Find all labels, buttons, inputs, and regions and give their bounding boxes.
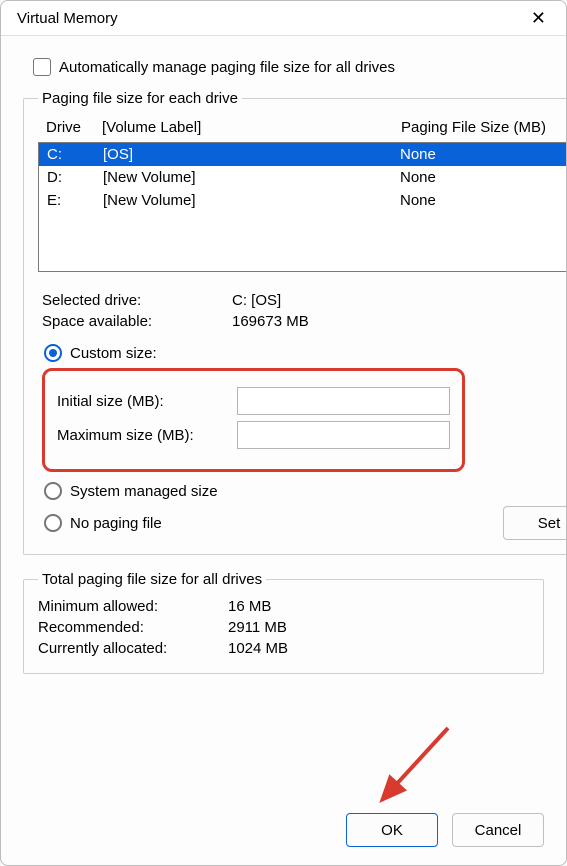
selected-drive-info: Selected drive: C: [OS] Space available:…: [42, 290, 567, 332]
totals-legend: Total paging file size for all drives: [38, 571, 266, 588]
drive-row[interactable]: E: [New Volume] None: [39, 189, 567, 212]
currently-allocated-label: Currently allocated:: [38, 640, 228, 657]
drive-list-headers: Drive [Volume Label] Paging File Size (M…: [38, 115, 567, 142]
currently-allocated-value: 1024 MB: [228, 640, 529, 657]
maximum-size-label: Maximum size (MB):: [57, 427, 227, 444]
custom-size-radio[interactable]: [44, 344, 62, 362]
auto-manage-checkbox[interactable]: [33, 58, 51, 76]
custom-size-radio-row[interactable]: Custom size:: [44, 344, 567, 362]
drive-list[interactable]: C: [OS] None D: [New Volume] None E: [Ne…: [38, 142, 567, 272]
drive-volume-label: [New Volume]: [103, 192, 400, 209]
auto-manage-label: Automatically manage paging file size fo…: [59, 59, 395, 76]
content-area: Automatically manage paging file size fo…: [1, 36, 566, 807]
auto-manage-row[interactable]: Automatically manage paging file size fo…: [33, 58, 544, 76]
drive-row[interactable]: C: [OS] None: [39, 143, 567, 166]
set-button[interactable]: Set: [503, 506, 567, 540]
paging-per-drive-group: Paging file size for each drive Drive [V…: [23, 90, 567, 555]
dialog-footer: OK Cancel: [1, 807, 566, 865]
custom-size-label: Custom size:: [70, 345, 157, 362]
no-paging-radio[interactable]: [44, 514, 62, 532]
maximum-size-input[interactable]: [237, 421, 450, 449]
titlebar: Virtual Memory ✕: [1, 1, 566, 36]
header-paging-size: Paging File Size (MB): [401, 119, 567, 136]
paging-per-drive-legend: Paging file size for each drive: [38, 90, 242, 107]
header-drive: Drive: [46, 119, 102, 136]
drive-volume-label: [OS]: [103, 146, 400, 163]
initial-size-label: Initial size (MB):: [57, 393, 227, 410]
no-paging-label: No paging file: [70, 515, 162, 532]
no-paging-row: No paging file Set: [44, 506, 567, 540]
minimum-allowed-label: Minimum allowed:: [38, 598, 228, 615]
selected-drive-value: C: [OS]: [232, 292, 567, 309]
cancel-button[interactable]: Cancel: [452, 813, 544, 847]
highlight-annotation: Initial size (MB): Maximum size (MB):: [42, 368, 465, 472]
totals-group: Total paging file size for all drives Mi…: [23, 571, 544, 674]
ok-button[interactable]: OK: [346, 813, 438, 847]
system-managed-radio-row[interactable]: System managed size: [44, 482, 567, 500]
drive-paging-size: None: [400, 169, 567, 186]
header-volume-label: [Volume Label]: [102, 119, 401, 136]
initial-size-input[interactable]: [237, 387, 450, 415]
virtual-memory-dialog: Virtual Memory ✕ Automatically manage pa…: [0, 0, 567, 866]
drive-paging-size: None: [400, 192, 567, 209]
drive-letter: E:: [47, 192, 103, 209]
drive-letter: D:: [47, 169, 103, 186]
drive-volume-label: [New Volume]: [103, 169, 400, 186]
selected-drive-label: Selected drive:: [42, 292, 232, 309]
minimum-allowed-value: 16 MB: [228, 598, 529, 615]
space-available-value: 169673 MB: [232, 313, 567, 330]
system-managed-label: System managed size: [70, 483, 218, 500]
system-managed-radio[interactable]: [44, 482, 62, 500]
drive-paging-size: None: [400, 146, 567, 163]
window-title: Virtual Memory: [17, 10, 118, 27]
close-icon[interactable]: ✕: [523, 7, 554, 29]
drive-letter: C:: [47, 146, 103, 163]
recommended-value: 2911 MB: [228, 619, 529, 636]
space-available-label: Space available:: [42, 313, 232, 330]
no-paging-radio-row[interactable]: No paging file: [44, 514, 162, 532]
recommended-label: Recommended:: [38, 619, 228, 636]
initial-size-row: Initial size (MB):: [57, 387, 450, 415]
maximum-size-row: Maximum size (MB):: [57, 421, 450, 449]
drive-row[interactable]: D: [New Volume] None: [39, 166, 567, 189]
